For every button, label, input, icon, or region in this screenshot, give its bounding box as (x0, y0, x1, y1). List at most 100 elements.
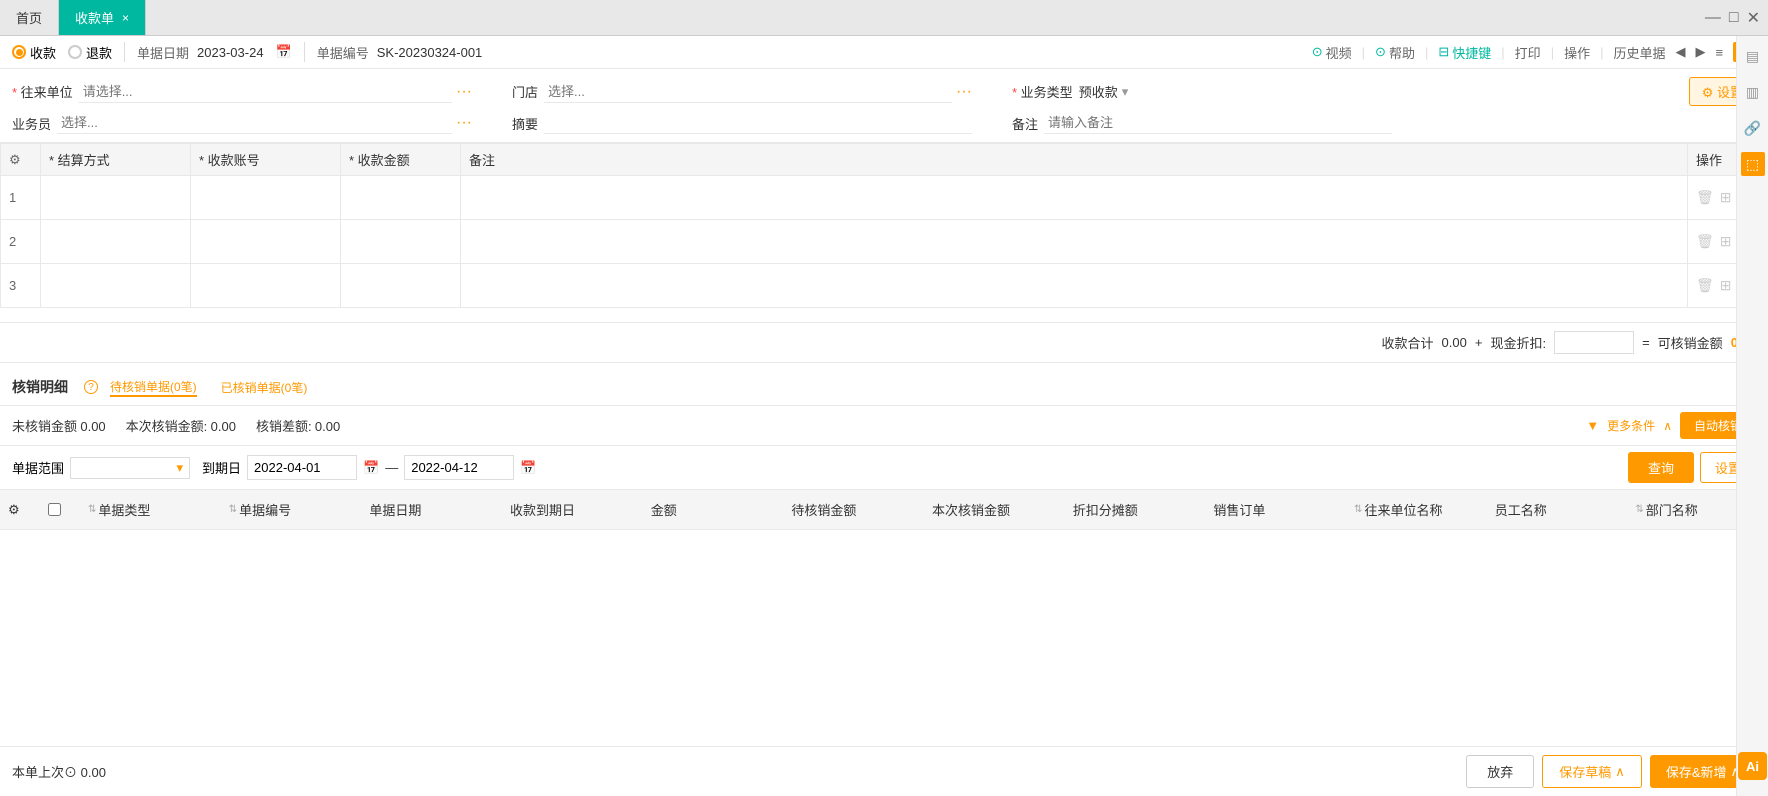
video-icon: ⊙ (1312, 44, 1323, 60)
discount-input[interactable] (1554, 331, 1634, 354)
date-from-input[interactable] (247, 455, 357, 480)
table-settings-header[interactable]: ⚙ (1, 144, 41, 176)
staff-more-icon[interactable]: ··· (456, 114, 472, 132)
tab-receipt[interactable]: 收款单 × (59, 0, 146, 35)
chevron-up-icon[interactable]: ∧ (1663, 419, 1672, 433)
sidebar-icon-2[interactable]: ▥ (1741, 80, 1765, 104)
calendar-icon[interactable]: 📅 (276, 44, 292, 60)
bottom-pending-col: 待核销金额 (783, 496, 924, 523)
copy-icon-2[interactable]: ⊞ (1720, 233, 1732, 250)
row-remark-3[interactable] (461, 264, 1688, 308)
summary-input[interactable] (544, 112, 972, 134)
summary-field: 摘要 (512, 112, 972, 134)
delete-icon-3[interactable]: 🗑 (1696, 277, 1714, 294)
pending-tab[interactable]: 待核销单据(0笔) (110, 378, 197, 397)
ai-label: Ai (1746, 759, 1759, 774)
sort-icon-type[interactable]: ⇅ (88, 504, 96, 515)
sidebar-icon-expand[interactable]: ⬚ (1741, 152, 1765, 176)
row-remark-2[interactable] (461, 220, 1688, 264)
tab-home[interactable]: 首页 (0, 0, 59, 35)
table-gear-icon[interactable]: ⚙ (9, 152, 21, 167)
restore-button[interactable]: □ (1729, 9, 1739, 27)
operation-btn[interactable]: 操作 (1564, 43, 1590, 62)
sort-icon-counterparty[interactable]: ⇅ (1354, 504, 1362, 515)
setting-icon: ⚙ (1702, 85, 1714, 100)
receipt-radio[interactable]: 收款 (12, 43, 56, 62)
available-label: 可核销金额 (1658, 333, 1723, 352)
cal-from-icon[interactable]: 📅 (363, 460, 379, 476)
print-btn[interactable]: 打印 (1515, 43, 1541, 62)
sort-icon-number[interactable]: ⇅ (229, 504, 237, 515)
sidebar-icon-link[interactable]: 🔗 (1741, 116, 1765, 140)
hexiao-info-icon[interactable]: ? (84, 380, 98, 394)
bottom-checkbox-col[interactable] (40, 499, 80, 520)
history-btn[interactable]: 历史单据 (1613, 43, 1665, 62)
store-more-icon[interactable]: ··· (956, 83, 972, 101)
amount-label: * 收款金额 (349, 153, 410, 168)
staff-input[interactable] (57, 112, 452, 134)
row-account-3[interactable] (191, 264, 341, 308)
close-button[interactable]: ✕ (1747, 8, 1760, 28)
sidebar-icon-1[interactable]: ▤ (1741, 44, 1765, 68)
receipt-table-container: ⚙ * 结算方式 * 收款账号 * 收款金额 备注 (0, 143, 1768, 323)
delete-icon-2[interactable]: 🗑 (1696, 233, 1714, 250)
row-account-2[interactable] (191, 220, 341, 264)
bottom-gear-icon[interactable]: ⚙ (8, 502, 20, 518)
counterparty-more-icon[interactable]: ··· (456, 83, 472, 101)
unverified-stat: 未核销金额 0.00 (12, 416, 106, 435)
this-order-value: 0.00 (81, 765, 106, 780)
video-btn[interactable]: ⊙ 视频 (1312, 43, 1352, 62)
row-settlement-1[interactable] (41, 176, 191, 220)
tab-home-label: 首页 (16, 8, 42, 27)
number-label: 单据编号 (317, 43, 369, 62)
query-button[interactable]: 查询 (1628, 452, 1694, 483)
table-row: 2 🗑 ⊞ (1, 220, 1768, 264)
store-input[interactable] (544, 81, 952, 103)
tab-close-icon[interactable]: × (122, 11, 129, 25)
nav-left-btn[interactable]: ◀ (1676, 44, 1686, 60)
copy-icon-3[interactable]: ⊞ (1720, 277, 1732, 294)
summary-label: 摘要 (512, 114, 538, 133)
row-remark-1[interactable] (461, 176, 1688, 220)
copy-icon-1[interactable]: ⊞ (1720, 189, 1732, 206)
minimize-button[interactable]: — (1705, 9, 1721, 27)
date-label: 单据日期 (137, 43, 189, 62)
done-tab[interactable]: 已核销单据(0笔) (221, 379, 308, 396)
ai-button[interactable]: Ai (1738, 752, 1767, 780)
bottom-settings-col[interactable]: ⚙ (0, 498, 40, 522)
hexiao-stats: 未核销金额 0.00 本次核销金额: 0.00 核销差额: 0.00 ▼ 更多条… (0, 406, 1768, 446)
refund-radio[interactable]: 退款 (68, 43, 112, 62)
draft-button[interactable]: 保存草稿 ∧ (1542, 755, 1642, 788)
video-label: 视频 (1326, 43, 1352, 62)
delete-icon-1[interactable]: 🗑 (1696, 189, 1714, 206)
bottom-date-col: 单据日期 (361, 496, 502, 523)
help-btn[interactable]: ⊙ 帮助 (1375, 43, 1415, 62)
cal-to-icon[interactable]: 📅 (520, 460, 536, 476)
amount-header: * 收款金额 (341, 144, 461, 176)
row-amount-1[interactable] (341, 176, 461, 220)
range-select[interactable]: ▾ (70, 457, 190, 479)
nav-right-btn[interactable]: ▶ (1696, 44, 1706, 60)
shortcut-btn[interactable]: ⊟ 快捷键 (1438, 43, 1491, 62)
business-type-select[interactable]: 预收款 ▾ (1079, 82, 1392, 101)
remark-input[interactable] (1044, 112, 1392, 134)
row-amount-3[interactable] (341, 264, 461, 308)
row-account-1[interactable] (191, 176, 341, 220)
date-to-input[interactable] (404, 455, 514, 480)
this-order-label: 本单上次⊙ (12, 765, 77, 780)
page-footer: 本单上次⊙ 0.00 放弃 保存草稿 ∧ 保存&新增 ∧ (0, 746, 1768, 796)
unverified-label: 未核销金额 (12, 419, 77, 434)
more-conditions-btn[interactable]: 更多条件 (1607, 417, 1655, 434)
staff-field: 业务员 ··· (12, 112, 472, 134)
sort-icon-dept[interactable]: ⇅ (1635, 504, 1643, 515)
counterparty-input[interactable] (79, 81, 452, 103)
row-settlement-2[interactable] (41, 220, 191, 264)
select-all-checkbox[interactable] (48, 503, 61, 516)
current-label: 本次核销金额 (932, 500, 1010, 519)
diff-stat: 核销差额: 0.00 (256, 416, 340, 435)
list-view-btn[interactable]: ≡ (1716, 45, 1724, 60)
row-amount-2[interactable] (341, 220, 461, 264)
discard-button[interactable]: 放弃 (1466, 755, 1534, 788)
help-label: 帮助 (1389, 43, 1415, 62)
row-settlement-3[interactable] (41, 264, 191, 308)
